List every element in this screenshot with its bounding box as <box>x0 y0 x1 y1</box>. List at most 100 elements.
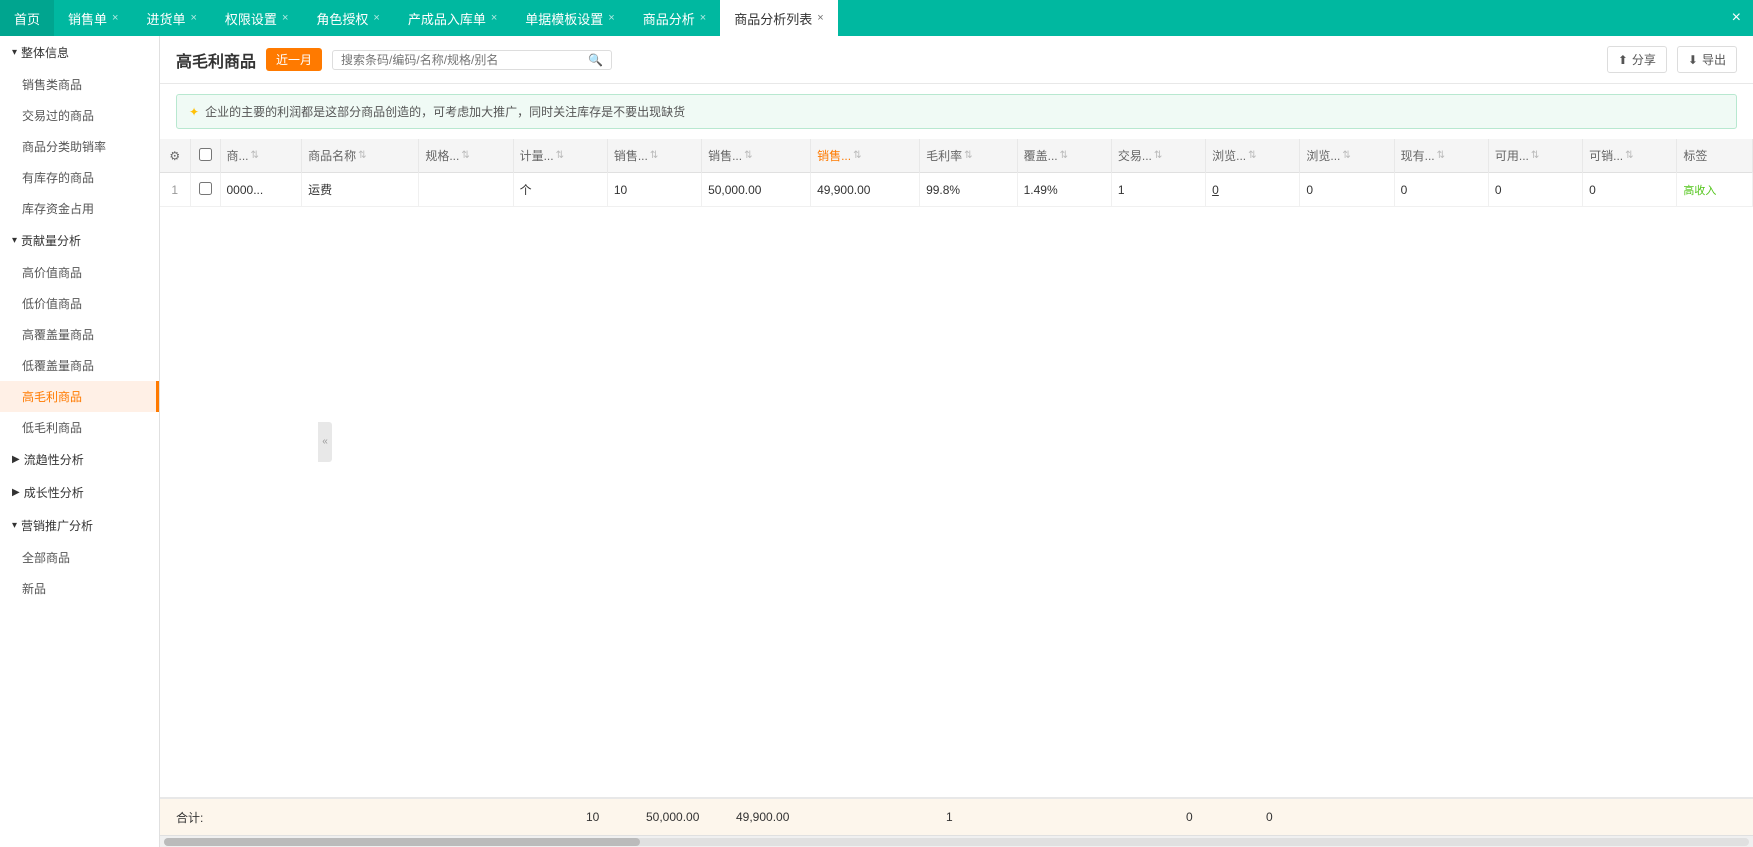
info-icon: ✦ <box>189 105 199 119</box>
nav-sales-order[interactable]: 销售单 × <box>54 0 132 36</box>
sidebar-item-sales-products[interactable]: 销售类商品 <box>0 69 159 100</box>
sidebar-item-in-stock-products[interactable]: 有库存的商品 <box>0 162 159 193</box>
scrollbar-thumb[interactable] <box>164 838 640 846</box>
col-saleable-stock[interactable]: 可销...⇅ <box>1583 139 1677 173</box>
row-unit: 个 <box>513 173 607 207</box>
filter-button[interactable]: 近一月 <box>266 48 322 71</box>
row-transactions: 1 <box>1111 173 1205 207</box>
footer-transactions: 1 <box>946 810 1026 824</box>
sidebar-item-product-category-rate[interactable]: 商品分类助销率 <box>0 131 159 162</box>
footer-sales3: 49,900.00 <box>736 810 826 824</box>
row-browse2: 0 <box>1300 173 1394 207</box>
col-transactions[interactable]: 交易...⇅ <box>1111 139 1205 173</box>
col-gross-rate[interactable]: 毛利率⇅ <box>920 139 1018 173</box>
nav-home[interactable]: 首页 <box>0 0 54 36</box>
content-header: 高毛利商品 近一月 🔍 ⬆ 分享 ⬇ 导出 <box>160 36 1753 84</box>
sidebar: ▾ 整体信息 销售类商品 交易过的商品 商品分类助销率 有库存的商品 库存资金占… <box>0 36 160 847</box>
sidebar-group-overall-info[interactable]: ▾ 整体信息 <box>0 36 159 69</box>
top-navigation: 首页 销售单 × 进货单 × 权限设置 × 角色授权 × 产成品入库单 × 单据… <box>0 0 1753 36</box>
export-icon: ⬇ <box>1688 53 1698 67</box>
close-product-analysis[interactable]: × <box>700 12 706 24</box>
sort-icon-6: ⇅ <box>744 150 752 161</box>
share-button[interactable]: ⬆ 分享 <box>1607 46 1667 73</box>
col-code[interactable]: 商...⇅ <box>220 139 302 173</box>
col-sales3[interactable]: 销售...⇅ <box>811 139 920 173</box>
row-sales1: 10 <box>607 173 701 207</box>
row-select-checkbox[interactable] <box>199 182 212 195</box>
col-sales1[interactable]: 销售...⇅ <box>607 139 701 173</box>
col-settings[interactable]: ⚙ <box>160 139 190 173</box>
close-role-auth[interactable]: × <box>373 12 379 24</box>
sidebar-item-high-coverage[interactable]: 高覆盖量商品 <box>0 319 159 350</box>
col-checkbox <box>190 139 220 173</box>
col-browse1[interactable]: 浏览...⇅ <box>1206 139 1300 173</box>
close-doc-template[interactable]: × <box>608 12 614 24</box>
sidebar-item-new-products[interactable]: 新品 <box>0 573 159 604</box>
row-sales2: 50,000.00 <box>702 173 811 207</box>
table-header-row: ⚙ 商...⇅ 商品名称⇅ 规格...⇅ 计量...⇅ 销售...⇅ 销售...… <box>160 139 1753 173</box>
sidebar-group-contribution-analysis[interactable]: ▾ 贡献量分析 <box>0 224 159 257</box>
search-input[interactable] <box>341 53 588 67</box>
close-product-analysis-list[interactable]: × <box>817 12 823 24</box>
sidebar-group-growth-analysis[interactable]: ▶ 成长性分析 <box>0 476 159 509</box>
row-browse1[interactable]: 0 <box>1206 173 1300 207</box>
nav-product-analysis[interactable]: 商品分析 × <box>629 0 720 36</box>
sidebar-item-high-margin[interactable]: 高毛利商品 <box>0 381 159 412</box>
sidebar-item-high-value[interactable]: 高价值商品 <box>0 257 159 288</box>
footer-total-values: 10 50,000.00 49,900.00 1 0 0 <box>296 810 1737 824</box>
sidebar-group-trend-analysis[interactable]: ▶ 流趋性分析 <box>0 443 159 476</box>
row-coverage: 1.49% <box>1017 173 1111 207</box>
sidebar-collapse-button[interactable]: « <box>318 422 332 462</box>
close-product-inbound[interactable]: × <box>491 12 497 24</box>
close-purchase-order[interactable]: × <box>190 12 196 24</box>
sort-icon-2: ⇅ <box>358 150 366 161</box>
search-box: 🔍 <box>332 50 612 70</box>
sidebar-item-traded-products[interactable]: 交易过的商品 <box>0 100 159 131</box>
sort-icon-15: ⇅ <box>1625 150 1633 161</box>
col-current-stock[interactable]: 现有...⇅ <box>1394 139 1488 173</box>
col-name[interactable]: 商品名称⇅ <box>302 139 419 173</box>
footer-available: 0 <box>1266 810 1346 824</box>
sidebar-group-marketing-analysis[interactable]: ▾ 营销推广分析 <box>0 509 159 542</box>
nav-purchase-order[interactable]: 进货单 × <box>132 0 210 36</box>
nav-role-auth[interactable]: 角色授权 × <box>302 0 393 36</box>
sort-icon-10: ⇅ <box>1154 150 1162 161</box>
nav-product-analysis-list[interactable]: 商品分析列表 × <box>720 0 837 36</box>
col-tag[interactable]: 标签 <box>1677 139 1753 173</box>
row-name: 运费 <box>302 173 419 207</box>
sort-icon-9: ⇅ <box>1060 150 1068 161</box>
col-available-stock[interactable]: 可用...⇅ <box>1488 139 1582 173</box>
select-all-checkbox[interactable] <box>199 148 212 161</box>
close-permission-settings[interactable]: × <box>282 12 288 24</box>
sidebar-item-low-coverage[interactable]: 低覆盖量商品 <box>0 350 159 381</box>
nav-product-inbound[interactable]: 产成品入库单 × <box>394 0 511 36</box>
sidebar-item-low-margin[interactable]: 低毛利商品 <box>0 412 159 443</box>
sidebar-item-inventory-capital[interactable]: 库存资金占用 <box>0 193 159 224</box>
col-unit[interactable]: 计量...⇅ <box>513 139 607 173</box>
sidebar-item-low-value[interactable]: 低价值商品 <box>0 288 159 319</box>
export-button[interactable]: ⬇ 导出 <box>1677 46 1737 73</box>
col-spec[interactable]: 规格...⇅ <box>419 139 513 173</box>
horizontal-scrollbar[interactable] <box>160 835 1753 847</box>
row-available: 0 <box>1488 173 1582 207</box>
row-saleable: 0 <box>1583 173 1677 207</box>
share-icon: ⬆ <box>1618 53 1628 67</box>
col-sales2[interactable]: 销售...⇅ <box>702 139 811 173</box>
nav-permission-settings[interactable]: 权限设置 × <box>211 0 302 36</box>
col-browse2[interactable]: 浏览...⇅ <box>1300 139 1394 173</box>
sort-icon: ⇅ <box>251 150 259 161</box>
sidebar-item-all-products[interactable]: 全部商品 <box>0 542 159 573</box>
close-sales-order[interactable]: × <box>112 12 118 24</box>
col-coverage[interactable]: 覆盖...⇅ <box>1017 139 1111 173</box>
sort-icon-4: ⇅ <box>556 150 564 161</box>
row-code: 0000... <box>220 173 302 207</box>
nav-doc-template[interactable]: 单据模板设置 × <box>511 0 628 36</box>
footer-total-row: 合计: 10 50,000.00 49,900.00 1 0 0 <box>160 797 1753 835</box>
search-icon[interactable]: 🔍 <box>588 53 603 67</box>
footer-sales2: 50,000.00 <box>646 810 736 824</box>
table-container: ⚙ 商...⇅ 商品名称⇅ 规格...⇅ 计量...⇅ 销售...⇅ 销售...… <box>160 139 1753 797</box>
page-title: 高毛利商品 <box>176 48 256 72</box>
sort-icon-8: ⇅ <box>964 150 972 161</box>
close-window-button[interactable]: × <box>1720 0 1753 36</box>
data-table: ⚙ 商...⇅ 商品名称⇅ 规格...⇅ 计量...⇅ 销售...⇅ 销售...… <box>160 139 1753 207</box>
